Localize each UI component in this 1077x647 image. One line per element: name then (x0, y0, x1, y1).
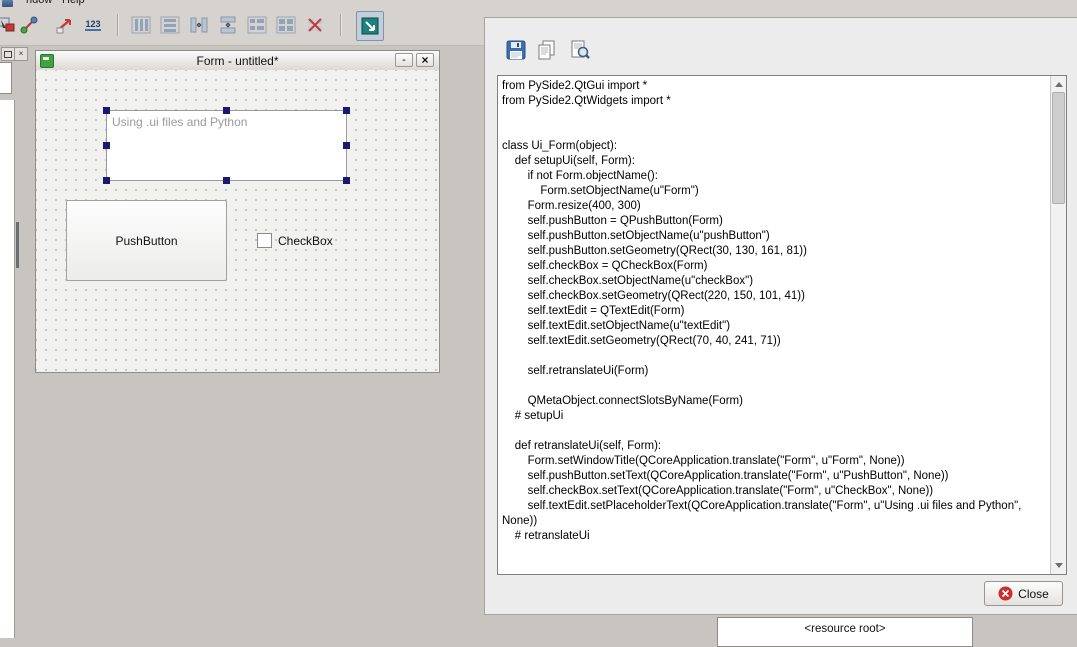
selection-handle-middle-left[interactable] (103, 142, 110, 149)
selection-handle-middle-right[interactable] (343, 142, 350, 149)
copy-icon[interactable] (534, 38, 558, 62)
selection-handle-top-left[interactable] (103, 107, 110, 114)
checkbox-indicator[interactable] (257, 233, 272, 248)
save-icon[interactable] (504, 38, 528, 62)
selection-handle-top-right[interactable] (343, 107, 350, 114)
widgetbox-filter-fragment[interactable] (0, 62, 12, 94)
selection-handle-bottom-right[interactable] (343, 177, 350, 184)
code-view[interactable]: from PySide2.QtGui import * from PySide2… (497, 75, 1067, 575)
layout-splitter-horizontal-icon[interactable] (186, 11, 212, 39)
layout-grid-icon[interactable] (273, 11, 299, 39)
form-minimize-button[interactable]: - (395, 53, 413, 67)
resource-root-item[interactable]: <resource root> (804, 623, 885, 635)
edit-signals-slots-icon[interactable] (16, 11, 42, 39)
resource-browser-fragment: <resource root> (717, 617, 973, 647)
form-editor-window: Form - untitled* - × Using .ui files and… (35, 50, 440, 373)
float-icon (4, 51, 12, 58)
generated-code: from PySide2.QtGui import * from PySide2… (498, 76, 1050, 547)
close-button-label: Close (1018, 587, 1049, 601)
layout-horizontal-icon[interactable] (128, 11, 154, 39)
tab-order-label: 123 (85, 19, 100, 31)
edit-buddies-icon[interactable] (52, 11, 78, 39)
widgetbox-panel-fragment (0, 100, 15, 638)
layout-splitter-vertical-icon[interactable] (215, 11, 241, 39)
textedit-widget[interactable]: Using .ui files and Python (106, 110, 347, 181)
scroll-down-arrow[interactable] (1051, 558, 1066, 573)
form-close-button[interactable]: × (416, 53, 434, 67)
scrollbar-thumb[interactable] (1052, 92, 1065, 204)
adjust-size-icon[interactable] (356, 11, 384, 41)
menubar: ndow Help (0, 0, 1077, 9)
checkbox-widget[interactable]: CheckBox (256, 220, 357, 261)
selection-handle-top-middle[interactable] (223, 107, 230, 114)
app-icon (2, 0, 13, 7)
code-text-area[interactable]: from PySide2.QtGui import * from PySide2… (498, 76, 1050, 574)
layout-form-icon[interactable] (244, 11, 270, 39)
checkbox-label: CheckBox (278, 234, 333, 248)
toolbar-separator (340, 14, 342, 36)
find-icon[interactable] (568, 38, 592, 62)
form-canvas[interactable]: Using .ui files and Python PushButton Ch… (36, 70, 439, 372)
dock-close-button[interactable]: × (14, 47, 28, 61)
layout-vertical-icon[interactable] (157, 11, 183, 39)
selection-handle-bottom-left[interactable] (103, 177, 110, 184)
widgetbox-scrollbar[interactable] (16, 222, 19, 268)
code-vertical-scrollbar[interactable] (1050, 76, 1066, 574)
menu-item-help[interactable]: Help (62, 0, 85, 6)
toolbar-separator (117, 14, 119, 36)
dock-float-button[interactable] (1, 47, 15, 61)
qt-designer-screen: ndow Help 123 (0, 0, 1077, 638)
menu-item-window[interactable]: ndow (26, 0, 52, 6)
form-window-title: Form - untitled* (36, 54, 439, 68)
textedit-placeholder: Using .ui files and Python (112, 115, 346, 129)
close-icon (998, 586, 1013, 601)
code-preview-dialog: from PySide2.QtGui import * from PySide2… (484, 17, 1077, 615)
selection-handle-bottom-middle[interactable] (223, 177, 230, 184)
close-button[interactable]: Close (984, 581, 1063, 606)
scroll-up-arrow[interactable] (1051, 77, 1066, 92)
pushbutton-widget[interactable]: PushButton (66, 200, 227, 281)
form-window-titlebar[interactable]: Form - untitled* - × (36, 51, 439, 71)
close-icon: × (19, 50, 24, 58)
pushbutton-label: PushButton (115, 234, 177, 248)
break-layout-icon[interactable] (302, 11, 328, 39)
edit-tab-order-icon[interactable]: 123 (80, 11, 106, 39)
